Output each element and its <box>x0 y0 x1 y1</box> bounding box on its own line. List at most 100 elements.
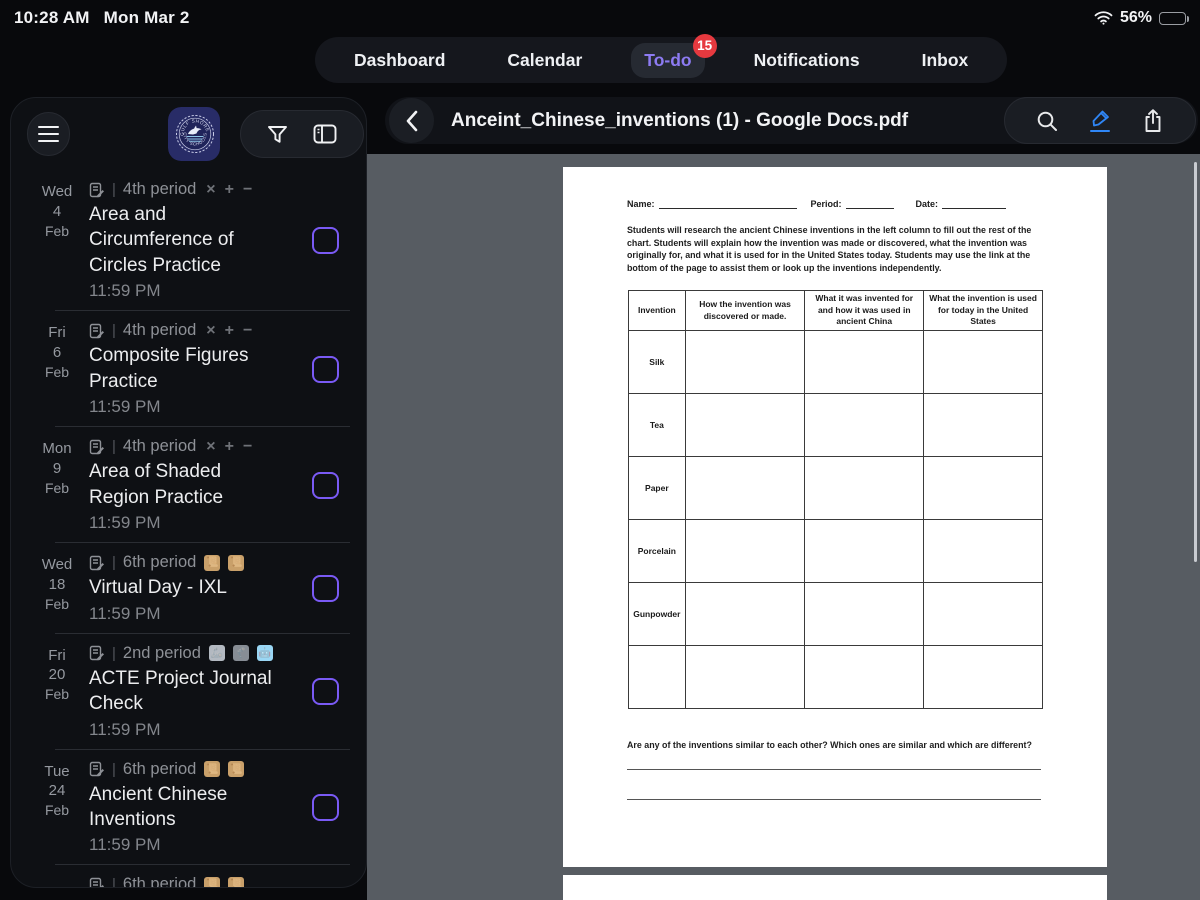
add-plus-icon[interactable]: + <box>225 181 234 199</box>
assignment-icon <box>89 877 104 887</box>
complete-checkbox[interactable] <box>312 793 339 821</box>
battery-percent: 56% <box>1119 9 1152 26</box>
inventions-table: Invention How the invention was discover… <box>628 290 1043 709</box>
period-label: 4th period <box>122 437 197 456</box>
complete-checkbox[interactable] <box>312 227 339 255</box>
wifi-icon <box>1094 11 1113 25</box>
tab-todo-label: To-do <box>644 49 692 70</box>
todo-sidebar: GULF SHORES CITY SCHOOLS Wed4Feb <box>10 97 367 888</box>
table-row: Porcelain <box>628 519 1043 583</box>
todo-item[interactable]: Fri 6 Feb | 4th period × + − Composite Fig… <box>11 311 366 428</box>
assignment-icon <box>89 323 104 339</box>
table-row: Gunpowder <box>628 582 1043 646</box>
remove-x-icon[interactable]: × <box>206 438 215 456</box>
complete-checkbox[interactable] <box>312 355 339 383</box>
sidebar-tools <box>239 110 364 158</box>
assignment-title: ACTE Project Journal Check <box>89 667 272 715</box>
invention-cell: Gunpowder <box>628 582 686 646</box>
todo-item[interactable]: Tue 24 Feb | 6th period 📜 📜 Ancient Chines… <box>11 750 366 866</box>
mechanical-arm-emoji: 🦾 <box>208 645 225 662</box>
due-time: 11:59 PM <box>89 719 161 739</box>
invention-cell: Porcelain <box>628 519 686 583</box>
due-time: 11:59 PM <box>89 603 161 623</box>
assignment-icon <box>89 555 104 570</box>
tab-calendar[interactable]: Calendar <box>494 43 595 78</box>
robot-emoji: 🤖 <box>256 645 273 662</box>
assignment-icon <box>89 182 104 197</box>
assignment-icon <box>89 645 104 661</box>
assignment-title: Virtual Day - IXL <box>89 577 227 599</box>
markup-pen-icon[interactable] <box>1089 109 1111 133</box>
pdf-toolbar <box>1004 97 1196 144</box>
todo-item[interactable]: Fri 20 Feb | 2nd period 🦾 🦿 🤖 ACTE Project… <box>11 634 366 750</box>
date-field-label: Date: <box>915 199 939 209</box>
minus-icon[interactable]: − <box>243 438 252 456</box>
add-plus-icon[interactable]: + <box>225 438 234 456</box>
pdf-page-1: Name: Period: Date: Students will resear… <box>563 167 1107 867</box>
worksheet-question: Are any of the inventions similar to eac… <box>627 740 1032 750</box>
status-bar: 10:28 AM Mon Mar 2 56% <box>0 0 1200 36</box>
due-date: Wed 4 Feb <box>41 183 73 239</box>
hamburger-icon <box>37 125 59 143</box>
sidebar-header: GULF SHORES CITY SCHOOLS <box>11 98 366 162</box>
remove-x-icon[interactable]: × <box>206 181 215 199</box>
due-time: 11:59 PM <box>89 397 161 417</box>
battery-icon <box>1159 11 1189 25</box>
due-time: 11:59 PM <box>89 835 161 855</box>
complete-checkbox[interactable] <box>312 574 339 602</box>
scroll-emoji: 📜 <box>228 761 245 778</box>
due-date: Fri 20 Feb <box>44 646 70 703</box>
minus-icon[interactable]: − <box>243 181 252 199</box>
pdf-viewer[interactable]: Name: Period: Date: Students will resear… <box>367 154 1200 900</box>
back-button[interactable] <box>389 98 434 143</box>
todo-item[interactable]: Wed 4 Feb | 4th period × + − Area and Circ… <box>11 170 366 312</box>
table-row: Tea <box>628 393 1043 457</box>
invention-cell <box>628 645 686 709</box>
school-logo[interactable]: GULF SHORES CITY SCHOOLS <box>168 107 220 161</box>
tab-dashboard[interactable]: Dashboard <box>341 43 458 78</box>
period-label: 4th period <box>122 321 197 340</box>
assignment-title: Ancient Chinese Inventions <box>89 783 228 830</box>
chevron-left-icon <box>406 110 417 131</box>
filter-icon[interactable] <box>267 125 288 144</box>
share-icon[interactable] <box>1141 108 1165 134</box>
due-date: Mon 9 Feb <box>42 440 72 496</box>
complete-checkbox[interactable] <box>312 678 339 706</box>
scroll-emoji: 📜 <box>228 554 245 571</box>
answer-line <box>627 799 1041 800</box>
todo-item[interactable]: | 6th period 📜 📜 The Seismograph 11:59 P… <box>11 865 366 888</box>
assignment-icon <box>89 439 104 454</box>
scroll-emoji: 📜 <box>204 554 221 571</box>
panel-toggle-icon[interactable] <box>313 124 337 144</box>
todo-item[interactable]: Mon 9 Feb | 4th period × + − Area of Shade… <box>11 427 366 544</box>
due-date: Fri 6 Feb <box>44 324 70 380</box>
remove-x-icon[interactable]: × <box>206 322 215 340</box>
period-label: 6th period <box>122 875 197 888</box>
answer-line <box>627 769 1041 770</box>
col-header: Invention <box>628 290 686 331</box>
due-date <box>25 875 89 887</box>
scrollbar[interactable] <box>1194 162 1197 562</box>
tab-notifications[interactable]: Notifications <box>741 43 873 78</box>
todo-count-badge: 15 <box>692 33 717 58</box>
invention-cell: Tea <box>628 393 686 457</box>
worksheet-instructions: Students will research the ancient Chine… <box>627 225 1032 274</box>
due-date: Wed 18 Feb <box>41 556 73 612</box>
invention-cell: Paper <box>628 456 686 520</box>
add-plus-icon[interactable]: + <box>225 322 234 340</box>
menu-button[interactable] <box>27 112 70 156</box>
name-label: Name: <box>627 199 655 209</box>
assignment-icon <box>89 761 104 777</box>
search-icon[interactable] <box>1035 109 1059 133</box>
complete-checkbox[interactable] <box>312 471 339 499</box>
todo-item[interactable]: Wed 18 Feb | 6th period 📜 📜 Virtual Day - … <box>11 543 366 634</box>
minus-icon[interactable]: − <box>243 322 252 340</box>
tab-inbox[interactable]: Inbox <box>909 43 982 78</box>
col-header: How the invention was discovered or made… <box>684 290 806 331</box>
invention-cell: Silk <box>628 330 686 394</box>
due-time: 11:59 PM <box>89 513 161 533</box>
tab-todo[interactable]: To-do 15 <box>631 33 717 78</box>
main-nav: Dashboard Calendar To-do 15 Notification… <box>315 33 1008 83</box>
col-header: What it was invented for and how it was … <box>804 290 925 331</box>
todo-list: Wed 4 Feb | 4th period × + − Area and Circ… <box>11 162 366 888</box>
